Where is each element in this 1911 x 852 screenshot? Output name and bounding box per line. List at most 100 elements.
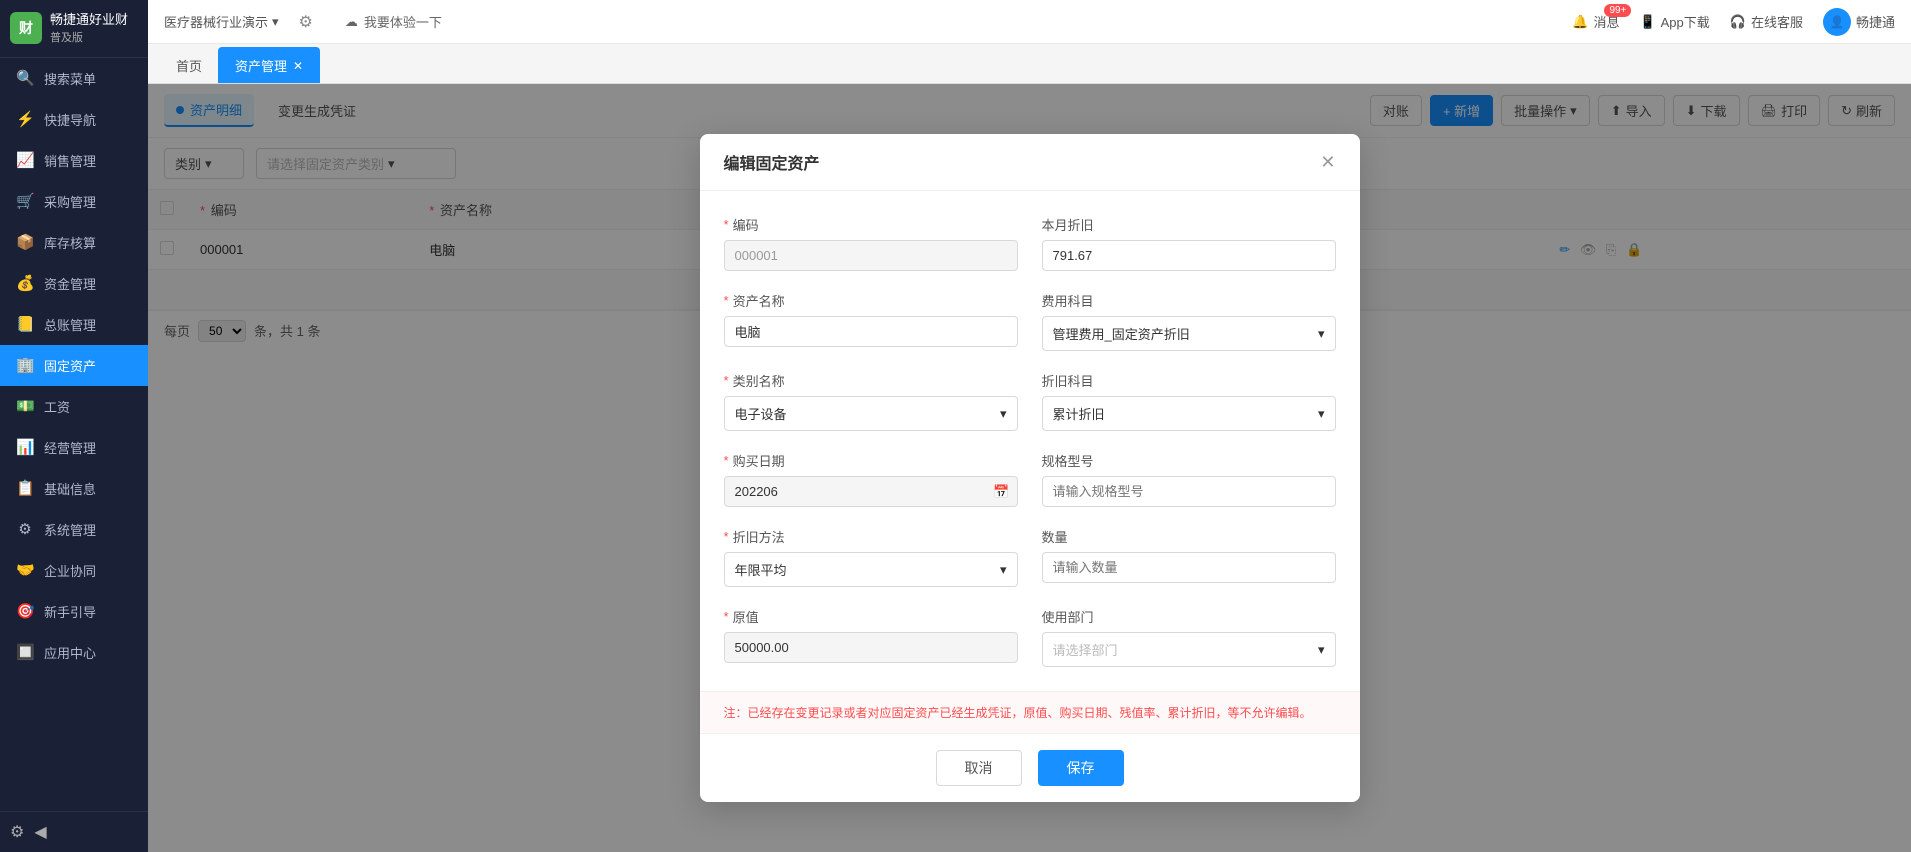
purchase-date-label: * 购买日期 [724,451,1018,470]
handshake-icon: 🤝 [16,561,34,579]
sidebar-item-system[interactable]: ⚙ 系统管理 [0,509,148,550]
chevron-down-icon: ▾ [1318,642,1325,658]
experience-label: 我要体验一下 [364,12,442,31]
sidebar-item-label: 经营管理 [44,438,96,457]
money-icon: 💰 [16,274,34,292]
sidebar-item-business[interactable]: 📊 经营管理 [0,427,148,468]
form-item-asset-name: * 资产名称 [724,291,1018,351]
sidebar-nav: 🔍 搜索菜单 ⚡ 快捷导航 📈 销售管理 🛒 采购管理 📦 库存核算 💰 [0,58,148,811]
tab-home-label: 首页 [176,56,202,75]
modal-overlay: 编辑固定资产 ✕ * 编码 [148,84,1911,852]
sidebar-item-basic[interactable]: 📋 基础信息 [0,468,148,509]
app-name: 畅捷通好业财 [50,12,128,29]
tab-home[interactable]: 首页 [160,48,218,83]
chevron-down-icon: ▾ [1318,406,1325,422]
experience-btn[interactable]: ☁ 我要体验一下 [345,12,442,31]
depreciation-method-label: * 折旧方法 [724,527,1018,546]
purchase-date-wrap: 📅 [724,476,1018,507]
headset-icon: 🎧 [1730,14,1746,30]
sidebar-item-label: 固定资产 [44,356,96,375]
search-icon: 🔍 [16,69,34,87]
form-item-category: * 类别名称 电子设备 ▾ [724,371,1018,431]
sidebar-item-fixed-assets[interactable]: 🏢 固定资产 [0,345,148,386]
sidebar-item-label: 总账管理 [44,315,96,334]
collapse-icon[interactable]: ◀ [34,822,46,842]
sidebar: 财 畅捷通好业财 普及版 🔍 搜索菜单 ⚡ 快捷导航 📈 销售管理 🛒 采购管理 [0,0,148,852]
sidebar-footer: ⚙ ◀ [0,811,148,852]
modal-close-button[interactable]: ✕ [1320,152,1335,173]
chart-icon: 📈 [16,151,34,169]
tab-close-icon[interactable]: ✕ [293,59,303,73]
sidebar-item-label: 基础信息 [44,479,96,498]
original-value-input[interactable] [724,632,1018,663]
list-icon: 📋 [16,479,34,497]
form-item-staff: 使用人员 请选择人员 ▾ [1042,687,1336,691]
spec-input[interactable] [1042,476,1336,507]
username: 畅捷通 [1856,12,1895,31]
form-item-spec: 规格型号 [1042,451,1336,507]
category-name-label: * 类别名称 [724,371,1018,390]
message-badge: 99+ [1604,4,1631,17]
form-item-expense-subject: 费用科目 管理费用_固定资产折旧 ▾ [1042,291,1336,351]
user-menu[interactable]: 👤 畅捷通 [1823,8,1895,36]
modal-body: * 编码 本月折旧 [700,191,1360,691]
modal-footer: 取消 保存 [700,733,1360,802]
sidebar-item-label: 快捷导航 [44,110,96,129]
modal-title: 编辑固定资产 [724,150,820,174]
sidebar-item-ledger[interactable]: 📒 总账管理 [0,304,148,345]
sidebar-item-search[interactable]: 🔍 搜索菜单 [0,58,148,99]
target-icon: 🎯 [16,602,34,620]
sidebar-item-label: 库存核算 [44,233,96,252]
category-select[interactable]: 电子设备 ▾ [724,396,1018,431]
pie-icon: 📊 [16,438,34,456]
original-value-label: * 原值 [724,607,1018,626]
sidebar-item-guide[interactable]: 🎯 新手引导 [0,591,148,632]
settings-icon[interactable]: ⚙ [10,822,24,842]
app-download-btn[interactable]: 📱 App下载 [1639,12,1709,31]
this-month-depreciation-label: 本月折旧 [1042,215,1336,234]
quantity-label: 数量 [1042,527,1336,546]
modal-note: 注：已经存在变更记录或者对应固定资产已经生成凭证，原值、购买日期、残值率、累计折… [700,691,1360,733]
form-item-code: * 编码 [724,215,1018,271]
edit-asset-modal: 编辑固定资产 ✕ * 编码 [700,134,1360,802]
sidebar-item-apps[interactable]: 🔲 应用中心 [0,632,148,673]
topbar-right: 🔔 消息 99+ 📱 App下载 🎧 在线客服 👤 畅捷通 [1572,8,1895,36]
calendar-icon: 📅 [993,484,1009,500]
sidebar-item-finance[interactable]: 💰 资金管理 [0,263,148,304]
sidebar-item-payroll[interactable]: 💵 工资 [0,386,148,427]
save-button[interactable]: 保存 [1038,750,1124,786]
sidebar-item-label: 销售管理 [44,151,96,170]
department-label: 使用部门 [1042,607,1336,626]
code-input[interactable] [724,240,1018,271]
cancel-button[interactable]: 取消 [936,750,1022,786]
this-month-depreciation-input[interactable] [1042,240,1336,271]
sidebar-item-nav[interactable]: ⚡ 快捷导航 [0,99,148,140]
sidebar-item-label: 采购管理 [44,192,96,211]
online-service-btn[interactable]: 🎧 在线客服 [1730,12,1803,31]
message-btn[interactable]: 🔔 消息 99+ [1572,12,1619,31]
chevron-down-icon: ▾ [1000,406,1007,422]
sidebar-item-label: 资金管理 [44,274,96,293]
sidebar-item-inventory[interactable]: 📦 库存核算 [0,222,148,263]
depreciation-subject-select[interactable]: 累计折旧 ▾ [1042,396,1336,431]
settings-icon[interactable]: ⚙ [299,12,313,32]
chevron-down-icon: ▾ [1318,326,1325,342]
company-selector[interactable]: 医疗器械行业演示 ▾ [164,12,279,31]
expense-subject-select[interactable]: 管理费用_固定资产折旧 ▾ [1042,316,1336,351]
sidebar-item-label: 搜索菜单 [44,69,96,88]
gear-icon: ⚙ [16,520,34,538]
sidebar-item-label: 应用中心 [44,643,96,662]
logo-icon: 财 [10,12,42,44]
sidebar-item-coop[interactable]: 🤝 企业协同 [0,550,148,591]
tab-asset[interactable]: 资产管理 ✕ [218,47,320,83]
asset-name-input[interactable] [724,316,1018,347]
sidebar-item-label: 系统管理 [44,520,96,539]
topbar: 医疗器械行业演示 ▾ ⚙ ☁ 我要体验一下 🔔 消息 99+ 📱 App下载 [148,0,1911,44]
sidebar-item-purchase[interactable]: 🛒 采购管理 [0,181,148,222]
depreciation-method-select[interactable]: 年限平均 ▾ [724,552,1018,587]
sidebar-item-sales[interactable]: 📈 销售管理 [0,140,148,181]
department-select[interactable]: 请选择部门 ▾ [1042,632,1336,667]
quantity-input[interactable] [1042,552,1336,583]
form-item-quantity: 数量 [1042,527,1336,587]
purchase-date-input[interactable] [724,476,1018,507]
